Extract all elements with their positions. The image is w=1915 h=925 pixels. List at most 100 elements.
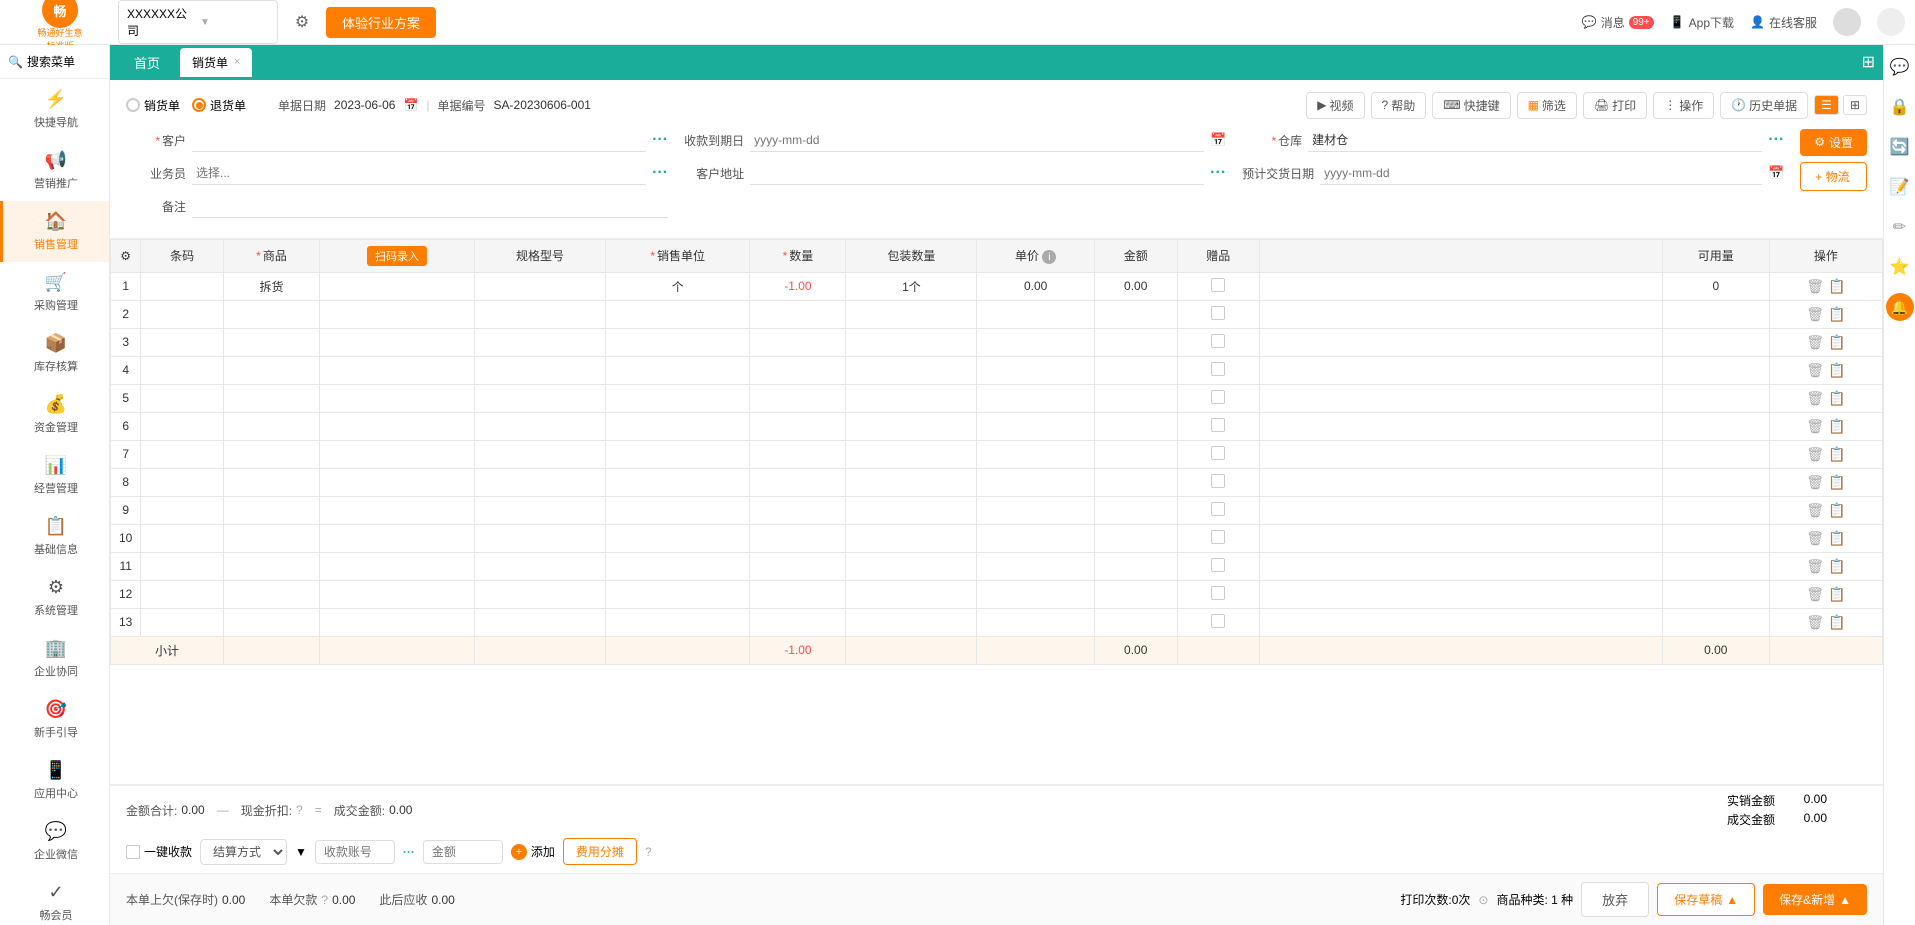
row3-pack-qty[interactable]	[846, 328, 977, 356]
row2-copy-icon[interactable]: 📋	[1828, 306, 1845, 323]
row9-delete-icon[interactable]: 🗑	[1806, 502, 1824, 519]
bank-account-more-icon[interactable]: ···	[403, 845, 415, 859]
row2-unit[interactable]	[606, 300, 750, 328]
payment-method-dropdown[interactable]: ▼	[295, 845, 307, 859]
grid-view-btn[interactable]: ⊞	[1843, 95, 1867, 115]
add-icon[interactable]: +	[511, 844, 527, 860]
row4-copy-icon[interactable]: 📋	[1828, 362, 1845, 379]
customer-input[interactable]	[192, 129, 646, 152]
row8-delete-icon[interactable]: 🗑	[1806, 474, 1824, 491]
rp-chat-icon[interactable]: 💬	[1886, 53, 1914, 81]
row10-copy-icon[interactable]: 📋	[1828, 530, 1845, 547]
row1-qty[interactable]: -1.00	[750, 272, 846, 300]
customer-more-icon[interactable]: ···	[652, 131, 668, 149]
total-owe-help[interactable]: ?	[321, 893, 328, 907]
filter-btn[interactable]: ▦ 筛选	[1517, 92, 1577, 119]
scan-btn[interactable]: 扫码录入	[367, 246, 427, 266]
company-selector[interactable]: XXXXXX公司 ▼	[118, 0, 278, 44]
row2-qty[interactable]	[750, 300, 846, 328]
row1-pack-qty[interactable]: 1个	[846, 272, 977, 300]
bank-account-input[interactable]	[315, 840, 395, 864]
tab-active[interactable]: 销货单 ×	[180, 48, 252, 77]
row1-unit-price[interactable]: 0.00	[977, 272, 1095, 300]
payment-method-select[interactable]: 结算方式	[200, 839, 287, 865]
row3-unit[interactable]	[606, 328, 750, 356]
row2-delete-icon[interactable]: 🗑	[1806, 306, 1824, 323]
expense-button[interactable]: 费用分摊	[563, 838, 637, 865]
video-btn[interactable]: ▶ 视频	[1306, 92, 1364, 119]
row2-pack-qty[interactable]	[846, 300, 977, 328]
row1-delete-icon[interactable]: 🗑	[1806, 278, 1824, 295]
row2-unit-detail[interactable]	[475, 300, 606, 328]
row6-copy-icon[interactable]: 📋	[1828, 418, 1845, 435]
row2-goods[interactable]	[223, 300, 319, 328]
row1-copy-icon[interactable]: 📋	[1828, 278, 1845, 295]
row2-spec[interactable]	[320, 300, 475, 328]
sidebar-item-app-center[interactable]: 📱 应用中心	[0, 750, 109, 811]
row4-delete-icon[interactable]: 🗑	[1806, 362, 1824, 379]
discard-button[interactable]: 放弃	[1581, 882, 1649, 917]
row13-copy-icon[interactable]: 📋	[1828, 614, 1845, 631]
row8-copy-icon[interactable]: 📋	[1828, 474, 1845, 491]
sidebar-item-marketing[interactable]: 📢 营销推广	[0, 140, 109, 201]
payment-amount-input[interactable]	[423, 840, 503, 864]
row7-delete-icon[interactable]: 🗑	[1806, 446, 1824, 463]
history-btn[interactable]: 🕐 历史单据	[1720, 92, 1808, 119]
row1-unit-detail[interactable]	[475, 272, 606, 300]
radio-sale[interactable]: 销货单	[126, 97, 180, 114]
row11-delete-icon[interactable]: 🗑	[1806, 558, 1824, 575]
app-download-button[interactable]: 📱 App下载	[1670, 14, 1734, 31]
radio-return[interactable]: 退货单	[192, 97, 246, 114]
rp-lock-icon[interactable]: 🔒	[1886, 93, 1914, 121]
tab-close-button[interactable]: ×	[234, 56, 240, 68]
row2-unit-price[interactable]	[977, 300, 1095, 328]
row12-delete-icon[interactable]: 🗑	[1806, 586, 1824, 603]
save-draft-button[interactable]: 保存草稿 ▲	[1657, 883, 1755, 916]
message-button[interactable]: 💬 消息 99+	[1582, 14, 1654, 31]
sidebar-item-enterprise[interactable]: 🏢 企业协同	[0, 628, 109, 689]
warehouse-more-icon[interactable]: ···	[1768, 131, 1784, 149]
row5-delete-icon[interactable]: 🗑	[1806, 390, 1824, 407]
row3-unit-price[interactable]	[977, 328, 1095, 356]
rp-note-icon[interactable]: 📝	[1886, 173, 1914, 201]
row7-copy-icon[interactable]: 📋	[1828, 446, 1845, 463]
row2-amount[interactable]	[1094, 300, 1177, 328]
one-key-payment-checkbox[interactable]: 一键收款	[126, 843, 192, 860]
expense-help-icon[interactable]: ?	[645, 845, 652, 859]
rp-rotate-icon[interactable]: 🔄	[1886, 133, 1914, 161]
row3-amount[interactable]	[1094, 328, 1177, 356]
due-date-input[interactable]	[750, 129, 1204, 152]
logistics-button[interactable]: + 物流	[1800, 162, 1867, 191]
row13-delete-icon[interactable]: 🗑	[1806, 614, 1824, 631]
sidebar-item-operation[interactable]: 📊 经营管理	[0, 445, 109, 506]
doc-settings-button[interactable]: ⚙ 设置	[1800, 129, 1867, 156]
rp-orange-action[interactable]: 🔔	[1886, 293, 1914, 321]
row1-amount[interactable]: 0.00	[1094, 272, 1177, 300]
row2-barcode[interactable]	[141, 300, 224, 328]
print-btn[interactable]: 🖨 打印	[1583, 92, 1647, 119]
sidebar-item-finance[interactable]: 💰 资金管理	[0, 384, 109, 445]
remarks-input[interactable]	[192, 195, 668, 218]
save-new-button[interactable]: 保存&新增 ▲	[1763, 884, 1867, 915]
rp-star-icon[interactable]: ⭐	[1886, 253, 1914, 281]
row3-goods[interactable]	[223, 328, 319, 356]
sidebar-item-system[interactable]: ⚙ 系统管理	[0, 567, 109, 628]
row9-copy-icon[interactable]: 📋	[1828, 502, 1845, 519]
tab-bar-right[interactable]: ⊞	[1862, 52, 1875, 72]
row3-delete-icon[interactable]: 🗑	[1806, 334, 1824, 351]
print-settings-icon[interactable]: ⊙	[1478, 893, 1488, 907]
row12-copy-icon[interactable]: 📋	[1828, 586, 1845, 603]
row3-copy-icon[interactable]: 📋	[1828, 334, 1845, 351]
col-settings[interactable]: ⚙	[111, 239, 141, 272]
sidebar-item-purchase[interactable]: 🛒 采购管理	[0, 262, 109, 323]
estimated-date-input[interactable]	[1320, 162, 1762, 185]
row1-goods[interactable]: 拆货	[223, 272, 319, 300]
sidebar-item-member[interactable]: ✓ 畅会员	[0, 872, 109, 925]
calendar-icon[interactable]: 📅	[403, 98, 418, 112]
discount-help-icon[interactable]: ?	[296, 803, 303, 817]
warehouse-input[interactable]	[1308, 129, 1762, 152]
sidebar-item-newbie[interactable]: 🎯 新手引导	[0, 689, 109, 750]
avatar[interactable]	[1833, 8, 1861, 36]
row5-copy-icon[interactable]: 📋	[1828, 390, 1845, 407]
row10-delete-icon[interactable]: 🗑	[1806, 530, 1824, 547]
